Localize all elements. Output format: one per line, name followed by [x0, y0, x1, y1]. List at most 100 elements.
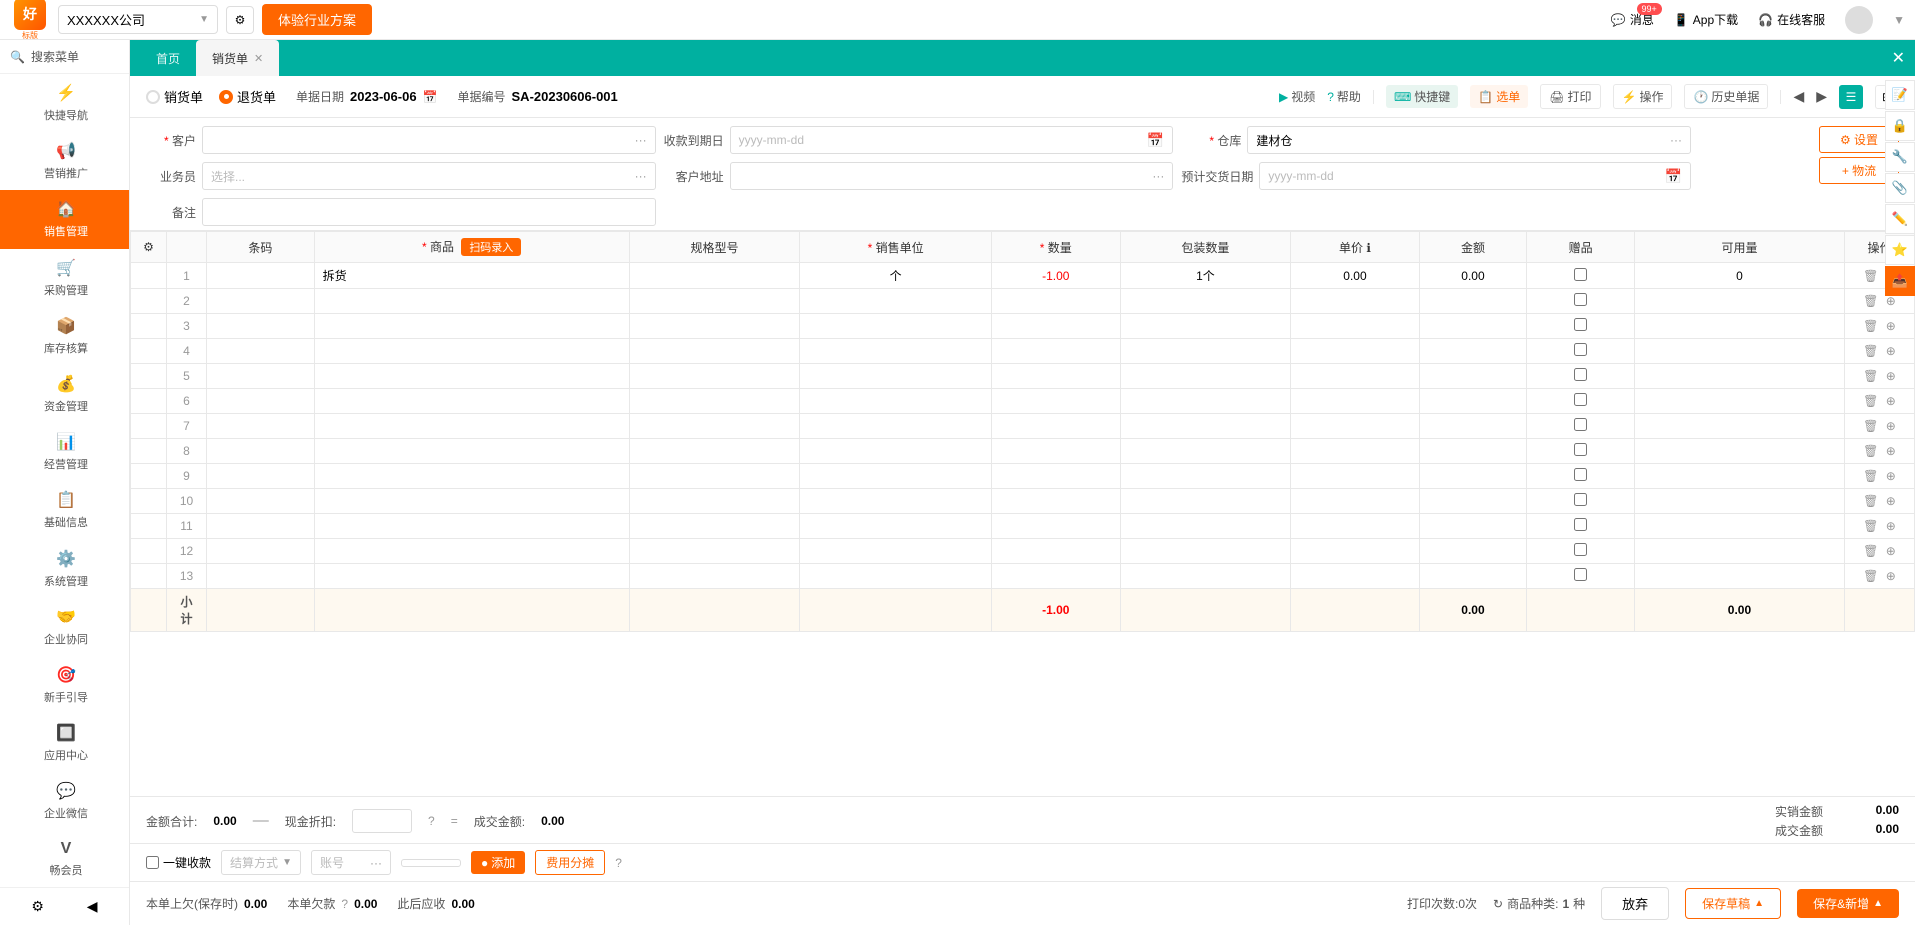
float-attach-btn[interactable]: 📎 [1885, 173, 1915, 203]
address-more-icon[interactable]: ··· [1152, 169, 1164, 183]
row-amount-cell[interactable] [1419, 364, 1527, 389]
warehouse-more-icon[interactable]: ··· [1670, 133, 1682, 147]
row-amount-cell[interactable] [1419, 464, 1527, 489]
row-pkg-cell[interactable] [1120, 364, 1291, 389]
sidebar-item-inventory[interactable]: 📦 库存核算 [0, 307, 129, 365]
row-gift-cell[interactable] [1527, 339, 1635, 364]
row-spec-cell[interactable] [629, 539, 800, 564]
row-qty-cell[interactable] [991, 489, 1120, 514]
row-gift-cell[interactable] [1527, 389, 1635, 414]
account-input[interactable]: 账号 ··· [311, 850, 391, 875]
row-delete-icon[interactable]: 🗑 [1863, 294, 1878, 308]
delivery-cal-icon[interactable]: 📅 [1665, 168, 1682, 185]
row-barcode-cell[interactable] [207, 439, 315, 464]
payment-cal-icon[interactable]: 📅 [1147, 132, 1164, 149]
row-pkg-cell[interactable] [1120, 564, 1291, 589]
shortcut-btn[interactable]: ⌨ 快捷键 [1386, 85, 1458, 108]
sidebar-item-enterprise[interactable]: 🤝 企业协同 [0, 598, 129, 656]
row-spec-cell[interactable] [629, 564, 800, 589]
row-goods-cell[interactable] [314, 564, 629, 589]
sidebar-settings-icon[interactable]: ⚙ [31, 898, 44, 915]
row-delete-icon[interactable]: 🗑 [1863, 569, 1878, 583]
row-pkg-cell[interactable] [1120, 439, 1291, 464]
row-gift-cell[interactable] [1527, 263, 1635, 289]
payment-help-icon[interactable]: ? [615, 856, 622, 870]
row-spec-cell[interactable] [629, 263, 800, 289]
sidebar-item-guide[interactable]: 🎯 新手引导 [0, 656, 129, 714]
row-copy-icon[interactable]: ⊕ [1886, 294, 1896, 308]
row-price-cell[interactable] [1291, 314, 1419, 339]
history-btn[interactable]: 🕐 历史单据 [1684, 84, 1768, 109]
row-qty-cell[interactable] [991, 539, 1120, 564]
row-unit-cell[interactable] [800, 414, 992, 439]
help-btn[interactable]: ? 帮助 [1327, 88, 1361, 105]
row-barcode-cell[interactable] [207, 514, 315, 539]
row-price-cell[interactable] [1291, 514, 1419, 539]
view-list-btn[interactable]: ☰ [1839, 85, 1863, 109]
row-gift-cell[interactable] [1527, 364, 1635, 389]
app-download-btn[interactable]: 📱 App下载 [1674, 11, 1738, 28]
row-amount-cell[interactable]: 0.00 [1419, 263, 1527, 289]
float-tool-btn[interactable]: 🔧 [1885, 142, 1915, 172]
row-delete-icon[interactable]: 🗑 [1863, 419, 1878, 433]
row-qty-cell[interactable] [991, 339, 1120, 364]
row-price-cell[interactable] [1291, 414, 1419, 439]
address-input[interactable]: ··· [730, 162, 1174, 190]
row-qty-cell[interactable] [991, 514, 1120, 539]
row-unit-cell[interactable] [800, 364, 992, 389]
message-btn[interactable]: 💬 消息 99+ [1611, 11, 1654, 28]
row-qty-cell[interactable] [991, 389, 1120, 414]
select-btn[interactable]: 📋 选单 [1470, 85, 1528, 108]
row-goods-cell[interactable] [314, 339, 629, 364]
row-spec-cell[interactable] [629, 314, 800, 339]
row-amount-cell[interactable] [1419, 339, 1527, 364]
row-amount-cell[interactable] [1419, 514, 1527, 539]
row-delete-icon[interactable]: 🗑 [1863, 444, 1878, 458]
row-delete-icon[interactable]: 🗑 [1863, 469, 1878, 483]
row-goods-cell[interactable]: 拆货 [314, 263, 629, 289]
row-barcode-cell[interactable] [207, 414, 315, 439]
float-edit-btn[interactable]: 📝 [1885, 80, 1915, 110]
tab-home[interactable]: 首页 [140, 40, 196, 76]
row-spec-cell[interactable] [629, 414, 800, 439]
row-qty-cell[interactable] [991, 414, 1120, 439]
row-qty-cell[interactable] [991, 364, 1120, 389]
row-goods-cell[interactable] [314, 389, 629, 414]
row-pkg-cell[interactable] [1120, 464, 1291, 489]
sidebar-item-member[interactable]: V 畅会员 [0, 830, 129, 886]
row-goods-cell[interactable] [314, 289, 629, 314]
row-gift-cell[interactable] [1527, 539, 1635, 564]
note-input[interactable] [202, 198, 656, 226]
sidebar-item-finance[interactable]: 💰 资金管理 [0, 365, 129, 423]
row-unit-cell[interactable] [800, 489, 992, 514]
row-copy-icon[interactable]: ⊕ [1886, 319, 1896, 333]
row-unit-cell[interactable] [800, 464, 992, 489]
discard-btn[interactable]: 放弃 [1601, 887, 1669, 920]
row-barcode-cell[interactable] [207, 464, 315, 489]
row-qty-cell[interactable] [991, 564, 1120, 589]
row-qty-cell[interactable] [991, 314, 1120, 339]
online-service-btn[interactable]: 🎧 在线客服 [1758, 11, 1825, 28]
row-goods-cell[interactable] [314, 364, 629, 389]
row-spec-cell[interactable] [629, 389, 800, 414]
expense-alloc-btn[interactable]: 费用分摊 [535, 850, 605, 875]
row-copy-icon[interactable]: ⊕ [1886, 444, 1896, 458]
sidebar-search[interactable]: 🔍 搜索菜单 [0, 40, 129, 74]
row-unit-cell[interactable] [800, 564, 992, 589]
sidebar-item-sales[interactable]: 🏠 销售管理 [0, 190, 129, 248]
row-spec-cell[interactable] [629, 514, 800, 539]
row-delete-icon[interactable]: 🗑 [1863, 394, 1878, 408]
one-click-checkbox-label[interactable]: 一键收款 [146, 854, 211, 871]
row-gift-cell[interactable] [1527, 464, 1635, 489]
sales-radio-btn[interactable] [146, 90, 160, 104]
goods-type-stat[interactable]: ↻ 商品种类: 1 种 [1493, 895, 1585, 912]
row-barcode-cell[interactable] [207, 263, 315, 289]
amount-input[interactable] [401, 859, 461, 867]
row-spec-cell[interactable] [629, 464, 800, 489]
add-payment-btn[interactable]: ● 添加 [471, 851, 525, 874]
row-pkg-cell[interactable] [1120, 414, 1291, 439]
return-radio-btn[interactable] [219, 90, 233, 104]
row-gift-cell[interactable] [1527, 564, 1635, 589]
row-price-cell[interactable] [1291, 364, 1419, 389]
row-delete-icon[interactable]: 🗑 [1863, 344, 1878, 358]
